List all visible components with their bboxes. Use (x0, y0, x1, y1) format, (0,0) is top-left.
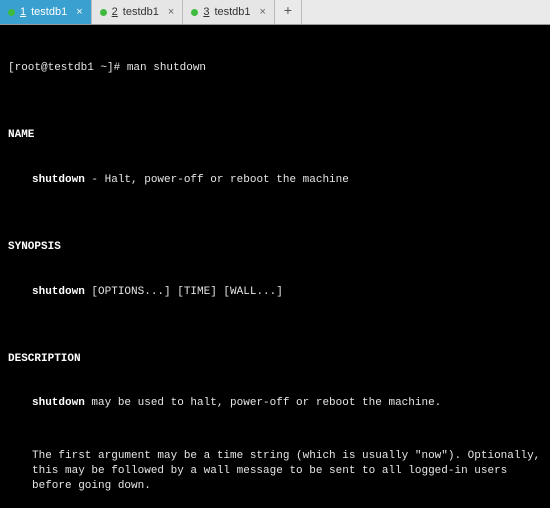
cmd-name: shutdown (32, 174, 85, 186)
tab-label: testdb1 (31, 6, 67, 18)
tab-2[interactable]: 2 testdb1 × (92, 0, 184, 24)
desc-para: The first argument may be a time string … (8, 449, 542, 494)
tab-3[interactable]: 3 testdb1 × (183, 0, 275, 24)
name-line: shutdown - Halt, power-off or reboot the… (8, 173, 542, 188)
cmd-name: shutdown (32, 397, 85, 409)
status-dot-icon (8, 9, 15, 16)
close-icon[interactable]: × (260, 7, 266, 18)
terminal-window: 1 testdb1 × 2 testdb1 × 3 testdb1 × + [r… (0, 0, 550, 508)
new-tab-button[interactable]: + (275, 0, 302, 24)
tab-label: testdb1 (214, 6, 250, 18)
prompt-line: [root@testdb1 ~]# man shutdown (8, 61, 542, 76)
status-dot-icon (191, 9, 198, 16)
section-description: DESCRIPTION (8, 352, 542, 367)
cmd-name: shutdown (32, 286, 85, 298)
tab-bar: 1 testdb1 × 2 testdb1 × 3 testdb1 × + (0, 0, 550, 25)
desc-line: shutdown may be used to halt, power-off … (8, 396, 542, 411)
section-synopsis: SYNOPSIS (8, 240, 542, 255)
tab-number: 1 (20, 6, 26, 18)
synopsis-line: shutdown [OPTIONS...] [TIME] [WALL...] (8, 285, 542, 300)
tab-number: 2 (112, 6, 118, 18)
tab-1[interactable]: 1 testdb1 × (0, 0, 92, 24)
tab-label: testdb1 (123, 6, 159, 18)
close-icon[interactable]: × (76, 7, 82, 18)
terminal-pane[interactable]: [root@testdb1 ~]# man shutdown NAME shut… (0, 25, 550, 508)
status-dot-icon (100, 9, 107, 16)
section-name: NAME (8, 128, 542, 143)
close-icon[interactable]: × (168, 7, 174, 18)
tab-number: 3 (203, 6, 209, 18)
